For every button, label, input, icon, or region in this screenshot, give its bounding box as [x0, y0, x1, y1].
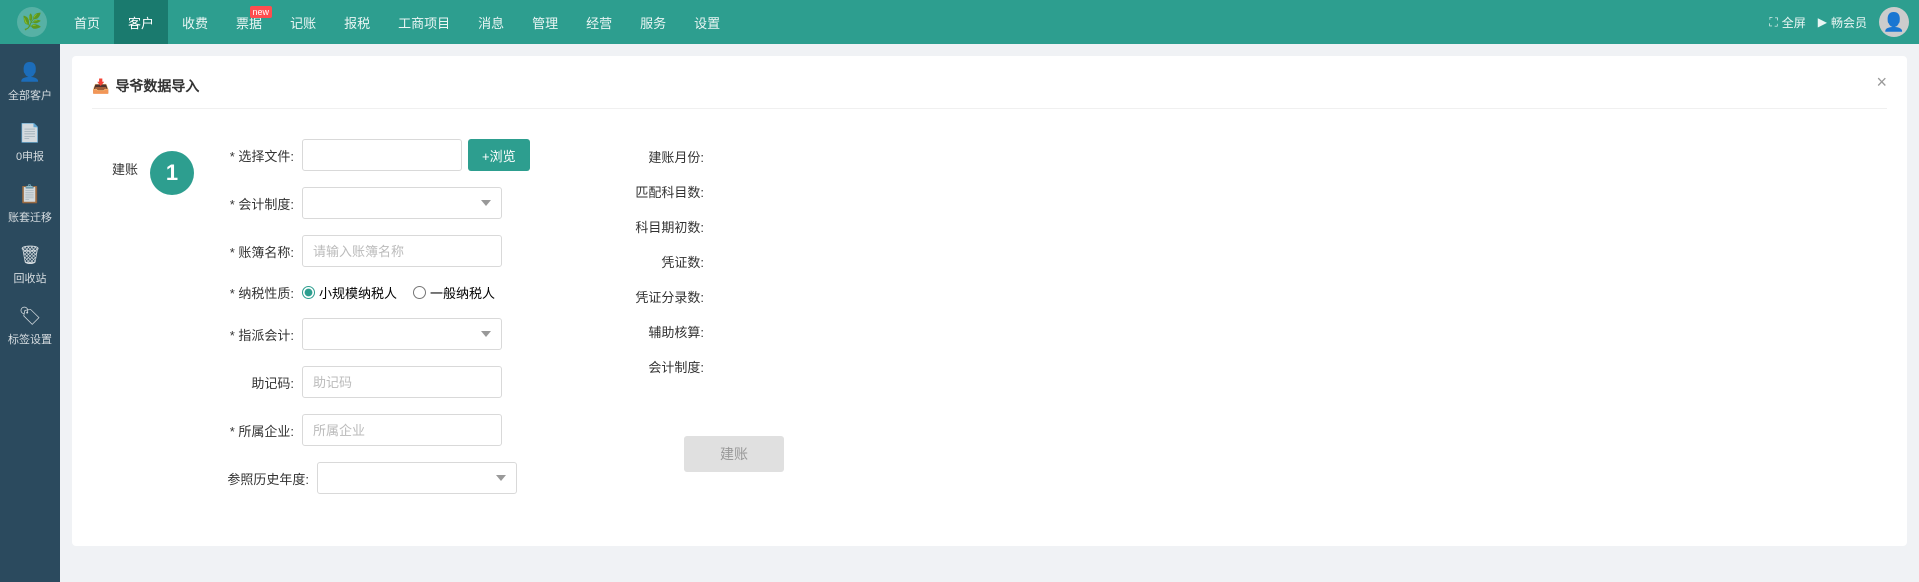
tax-option-general[interactable]: 一般纳税人 — [413, 283, 495, 302]
step-label: 建账 — [112, 159, 138, 178]
nav-items: 首页 客户 收费 票据 new 记账 报税 工商项目 消息 管理 经营 服务 设… — [60, 0, 1769, 44]
nav-item-services[interactable]: 服务 — [626, 0, 680, 44]
modal-header: 📥 导爷数据导入 — [92, 76, 1887, 109]
assign-accountant-row: * 指派会计: — [214, 318, 534, 350]
form-layout: 建账 1 * 选择文件: +浏览 — [92, 129, 1887, 504]
sidebar-item-account-migration[interactable]: 📋 账套迁移 — [0, 174, 60, 235]
declaration-icon: 📄 — [19, 123, 41, 144]
voucher-label: 凭证数: — [614, 252, 704, 271]
tax-type-row: * 纳税性质: 小规模纳税人 一般纳税人 — [214, 283, 534, 302]
app-logo: 🌿 — [10, 0, 54, 44]
accounting-system-info-label: 会计制度: — [614, 357, 704, 376]
step-circle-1: 1 — [150, 151, 194, 195]
nav-item-home[interactable]: 首页 — [60, 0, 114, 44]
accounting-system-row: * 会计制度: — [214, 187, 534, 219]
member-icon: ▶ — [1818, 15, 1827, 29]
all-clients-icon: 👤 — [19, 62, 41, 83]
form-left-section: 建账 1 * 选择文件: +浏览 — [112, 139, 534, 494]
main-layout: 👤 全部客户 📄 0申报 📋 账套迁移 🗑 回收站 🏷 标签设置 📥 导爷数据导… — [0, 44, 1919, 582]
form-right-section: 建账月份: 匹配科目数: 科目期初数: 凭证数: — [614, 147, 814, 494]
nav-item-invoices[interactable]: 票据 new — [222, 0, 276, 44]
tax-radio-general[interactable] — [413, 286, 426, 299]
file-label: * 选择文件: — [214, 146, 294, 165]
company-input[interactable] — [302, 414, 502, 446]
migration-icon: 📋 — [19, 184, 41, 205]
fullscreen-icon: ⛶ — [1769, 15, 1777, 30]
nav-item-bookkeeping[interactable]: 记账 — [276, 0, 330, 44]
aux-accounting-label: 辅助核算: — [614, 322, 704, 341]
browse-button[interactable]: +浏览 — [468, 139, 530, 171]
company-label: * 所属企业: — [214, 421, 294, 440]
accounting-system-info-row: 会计制度: — [614, 357, 814, 376]
initial-subjects-row: 科目期初数: — [614, 217, 814, 236]
tag-icon: 🏷 — [19, 306, 42, 327]
nav-right-area: ⛶ 全屏 ▶ 畅会员 👤 — [1769, 7, 1909, 37]
memo-code-input[interactable] — [302, 366, 502, 398]
history-year-row: 参照历史年度: — [214, 462, 534, 494]
nav-item-messages[interactable]: 消息 — [464, 0, 518, 44]
history-year-select[interactable] — [317, 462, 517, 494]
user-avatar[interactable]: 👤 — [1879, 7, 1909, 37]
file-row: * 选择文件: +浏览 — [214, 139, 534, 171]
ledger-name-input[interactable] — [302, 235, 502, 267]
nav-item-operations[interactable]: 经营 — [572, 0, 626, 44]
modal-title: 导爷数据导入 — [115, 76, 199, 96]
file-input[interactable] — [302, 139, 462, 171]
voucher-entry-label: 凭证分录数: — [614, 287, 704, 306]
match-subjects-label: 匹配科目数: — [614, 182, 704, 201]
company-row: * 所属企业: — [214, 414, 534, 446]
initial-subjects-label: 科目期初数: — [614, 217, 704, 236]
import-modal-card: 📥 导爷数据导入 × 建账 1 * — [72, 56, 1907, 546]
voucher-row: 凭证数: — [614, 252, 814, 271]
assign-accountant-select[interactable] — [302, 318, 502, 350]
sidebar-item-recycle-bin[interactable]: 🗑 回收站 — [0, 235, 60, 296]
sidebar-item-tag-settings[interactable]: 🏷 标签设置 — [0, 296, 60, 357]
nav-item-clients[interactable]: 客户 — [114, 0, 168, 44]
history-year-label: 参照历史年度: — [214, 469, 309, 488]
file-input-group: +浏览 — [302, 139, 530, 171]
nav-item-tax[interactable]: 报税 — [330, 0, 384, 44]
tax-radio-small[interactable] — [302, 286, 315, 299]
ledger-name-row: * 账簿名称: — [214, 235, 534, 267]
fullscreen-button[interactable]: ⛶ 全屏 — [1769, 14, 1805, 31]
logo-icon: 🌿 — [17, 7, 47, 37]
tax-radio-group: 小规模纳税人 一般纳税人 — [302, 283, 495, 302]
modal-title-icon: 📥 — [92, 78, 109, 95]
recycle-icon: 🗑 — [19, 245, 42, 266]
sidebar-item-zero-declaration[interactable]: 📄 0申报 — [0, 113, 60, 174]
accounting-system-select[interactable] — [302, 187, 502, 219]
avatar-icon: 👤 — [1883, 12, 1905, 33]
voucher-entry-row: 凭证分录数: — [614, 287, 814, 306]
memo-code-row: 助记码: — [214, 366, 534, 398]
sidebar-item-all-clients[interactable]: 👤 全部客户 — [0, 52, 60, 113]
member-button[interactable]: ▶ 畅会员 — [1818, 14, 1867, 31]
form-fields: * 选择文件: +浏览 * 会计制度: — [214, 139, 534, 494]
nav-item-settings[interactable]: 设置 — [680, 0, 734, 44]
content-area: 📥 导爷数据导入 × 建账 1 * — [60, 44, 1919, 582]
build-month-label: 建账月份: — [614, 147, 704, 166]
sidebar: 👤 全部客户 📄 0申报 📋 账套迁移 🗑 回收站 🏷 标签设置 — [0, 44, 60, 582]
build-account-button[interactable]: 建账 — [684, 436, 784, 472]
accounting-system-label: * 会计制度: — [214, 194, 294, 213]
tax-option-small[interactable]: 小规模纳税人 — [302, 283, 397, 302]
new-badge: new — [250, 6, 273, 18]
match-subjects-row: 匹配科目数: — [614, 182, 814, 201]
close-button[interactable]: × — [1876, 72, 1887, 93]
nav-item-business[interactable]: 工商项目 — [384, 0, 464, 44]
top-navigation: 🌿 首页 客户 收费 票据 new 记账 报税 工商项目 消息 管理 经营 服务… — [0, 0, 1919, 44]
aux-accounting-row: 辅助核算: — [614, 322, 814, 341]
assign-accountant-label: * 指派会计: — [214, 325, 294, 344]
tax-type-label: * 纳税性质: — [214, 283, 294, 302]
build-month-row: 建账月份: — [614, 147, 814, 166]
nav-item-manage[interactable]: 管理 — [518, 0, 572, 44]
nav-item-fees[interactable]: 收费 — [168, 0, 222, 44]
memo-code-label: 助记码: — [214, 373, 294, 392]
ledger-name-label: * 账簿名称: — [214, 242, 294, 261]
